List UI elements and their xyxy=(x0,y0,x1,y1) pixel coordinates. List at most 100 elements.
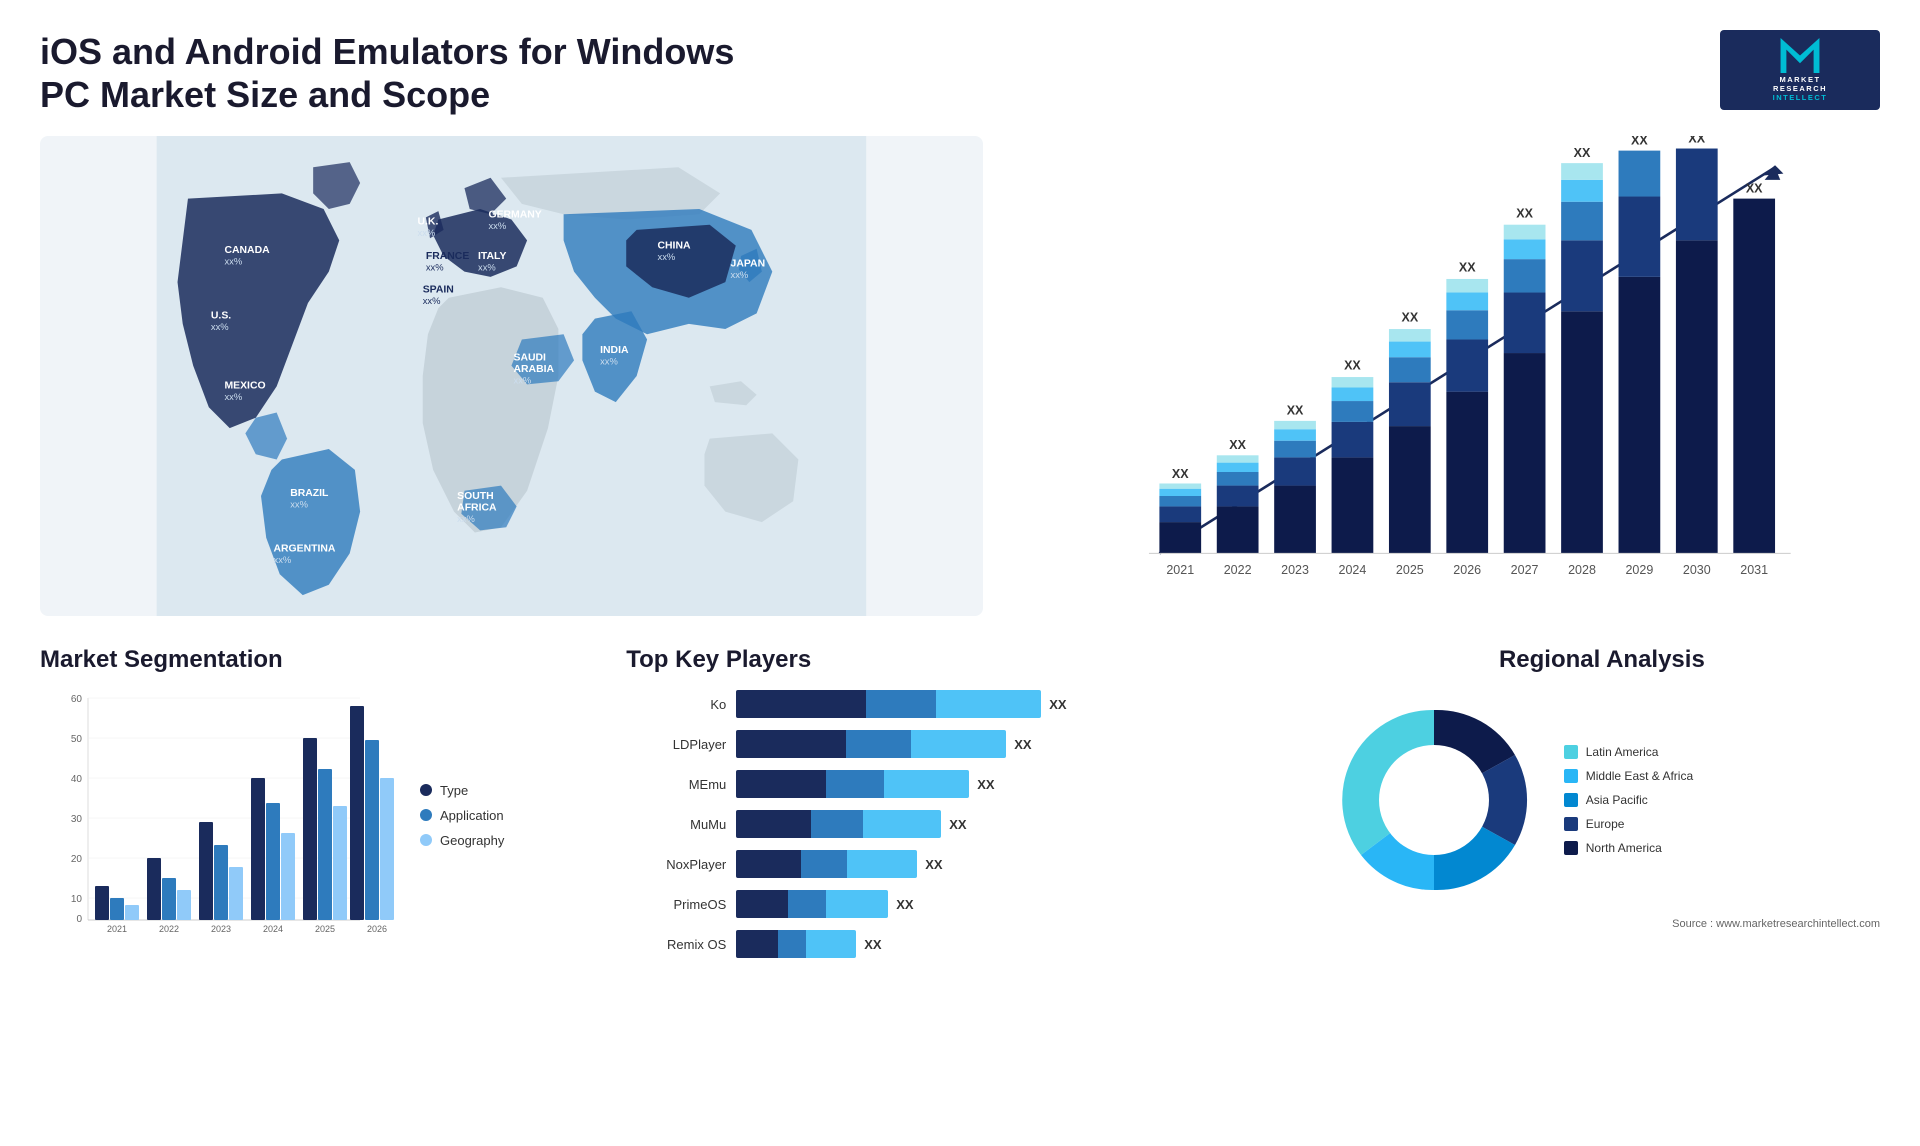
player-bar-mid-mumu xyxy=(811,810,863,838)
player-bar-dark-ldplayer xyxy=(736,730,846,758)
page-wrapper: iOS and Android Emulators for Windows PC… xyxy=(0,0,1920,1146)
svg-text:XX: XX xyxy=(1459,261,1476,275)
svg-text:U.S.: U.S. xyxy=(211,311,231,322)
logo-box: MARKET RESEARCH INTELLECT xyxy=(1720,30,1880,110)
legend-latin-america-color xyxy=(1564,745,1578,759)
player-bar-light-ko xyxy=(936,690,1041,718)
svg-text:xx%: xx% xyxy=(418,228,436,239)
svg-text:40: 40 xyxy=(71,774,83,785)
svg-text:50: 50 xyxy=(71,734,83,745)
svg-text:2026: 2026 xyxy=(367,924,387,934)
key-players-title: Top Key Players xyxy=(626,646,1294,674)
player-row-noxplayer: NoxPlayer XX xyxy=(626,850,1294,878)
legend-asia-pacific: Asia Pacific xyxy=(1564,793,1693,807)
regional-analysis-section: Regional Analysis xyxy=(1324,646,1880,970)
player-bar-dark-memu xyxy=(736,770,826,798)
svg-text:xx%: xx% xyxy=(600,356,618,367)
svg-text:2025: 2025 xyxy=(315,924,335,934)
svg-text:2022: 2022 xyxy=(159,924,179,934)
svg-text:2024: 2024 xyxy=(263,924,283,934)
svg-text:xx%: xx% xyxy=(426,262,444,273)
legend-europe-color xyxy=(1564,817,1578,831)
bottom-section: Market Segmentation 60 50 40 30 20 10 0 xyxy=(40,646,1880,970)
svg-text:XX: XX xyxy=(1688,136,1705,145)
svg-text:SPAIN: SPAIN xyxy=(423,285,454,296)
segment-title: Market Segmentation xyxy=(40,646,596,674)
player-xx-ldplayer: XX xyxy=(1014,737,1031,752)
svg-text:INDIA: INDIA xyxy=(600,345,629,356)
svg-text:xx%: xx% xyxy=(274,554,292,565)
player-name-primeos: PrimeOS xyxy=(626,897,726,912)
svg-text:xx%: xx% xyxy=(731,269,749,280)
world-map-svg: CANADA xx% U.S. xx% MEXICO xx% BRAZIL xx… xyxy=(40,136,983,616)
player-bar-light-memu xyxy=(884,770,969,798)
player-bar-dark-prime xyxy=(736,890,788,918)
legend-geography: Geography xyxy=(420,833,504,848)
player-xx-prime: XX xyxy=(896,897,913,912)
player-bar-mid-ko xyxy=(866,690,936,718)
svg-text:xx%: xx% xyxy=(290,499,308,510)
page-title: iOS and Android Emulators for Windows PC… xyxy=(40,30,740,116)
svg-text:10: 10 xyxy=(71,894,83,905)
svg-text:ARGENTINA: ARGENTINA xyxy=(274,544,336,555)
svg-text:2025: 2025 xyxy=(1396,564,1424,578)
svg-text:2029: 2029 xyxy=(1625,564,1653,578)
player-xx-mumu: XX xyxy=(949,817,966,832)
player-row-ko: Ko XX xyxy=(626,690,1294,718)
legend-north-america: North America xyxy=(1564,841,1693,855)
svg-text:XX: XX xyxy=(1746,182,1763,196)
player-name-mumu: MuMu xyxy=(626,817,726,832)
svg-text:FRANCE: FRANCE xyxy=(426,252,469,263)
player-xx-ko: XX xyxy=(1049,697,1066,712)
players-list: Ko XX LDPlayer XX xyxy=(626,690,1294,958)
player-bar-dark-remix xyxy=(736,930,778,958)
player-xx-remix: XX xyxy=(864,937,881,952)
segment-chart: Market Segmentation 60 50 40 30 20 10 0 xyxy=(40,646,596,970)
source-line: Source : www.marketresearchintellect.com xyxy=(1324,918,1880,930)
svg-text:0: 0 xyxy=(76,914,82,925)
svg-text:XX: XX xyxy=(1401,311,1418,325)
svg-text:XX: XX xyxy=(1344,359,1361,373)
player-bar-noxplayer: XX xyxy=(736,850,1294,878)
header: iOS and Android Emulators for Windows PC… xyxy=(40,30,1880,116)
legend-middle-east-color xyxy=(1564,769,1578,783)
legend-application-label: Application xyxy=(440,808,504,823)
svg-text:BRAZIL: BRAZIL xyxy=(290,488,329,499)
player-bar-remixos: XX xyxy=(736,930,1294,958)
svg-text:XX: XX xyxy=(1516,207,1533,221)
player-name-remixos: Remix OS xyxy=(626,937,726,952)
player-name-noxplayer: NoxPlayer xyxy=(626,857,726,872)
svg-text:xx%: xx% xyxy=(457,513,475,524)
svg-text:2027: 2027 xyxy=(1511,564,1539,578)
svg-text:XX: XX xyxy=(1229,438,1246,452)
player-bar-ko: XX xyxy=(736,690,1294,718)
legend-geography-label: Geography xyxy=(440,833,504,848)
legend-type-dot xyxy=(420,784,432,796)
player-bar-light-prime xyxy=(826,890,888,918)
legend-middle-east-label: Middle East & Africa xyxy=(1586,769,1693,783)
legend-geography-dot xyxy=(420,834,432,846)
svg-text:MEXICO: MEXICO xyxy=(224,381,265,392)
map-container: CANADA xx% U.S. xx% MEXICO xx% BRAZIL xx… xyxy=(40,136,983,616)
svg-text:CHINA: CHINA xyxy=(658,241,691,252)
player-bar-memu: XX xyxy=(736,770,1294,798)
legend-europe: Europe xyxy=(1564,817,1693,831)
svg-text:2021: 2021 xyxy=(107,924,127,934)
svg-text:U.K.: U.K. xyxy=(418,217,439,228)
player-bar-mid-remix xyxy=(778,930,806,958)
player-bar-primeos: XX xyxy=(736,890,1294,918)
svg-text:xx%: xx% xyxy=(478,262,496,273)
segment-chart-wrap: 60 50 40 30 20 10 0 xyxy=(40,690,596,940)
svg-text:JAPAN: JAPAN xyxy=(731,259,766,270)
legend-middle-east: Middle East & Africa xyxy=(1564,769,1693,783)
svg-text:2024: 2024 xyxy=(1338,564,1366,578)
player-row-remixos: Remix OS XX xyxy=(626,930,1294,958)
svg-text:SOUTH: SOUTH xyxy=(457,492,493,503)
svg-text:2023: 2023 xyxy=(1281,564,1309,578)
legend-latin-america: Latin America xyxy=(1564,745,1693,759)
svg-text:2022: 2022 xyxy=(1224,564,1252,578)
player-bar-light-nox xyxy=(847,850,917,878)
legend-asia-pacific-color xyxy=(1564,793,1578,807)
player-bar-mumu: XX xyxy=(736,810,1294,838)
player-bar-light-remix xyxy=(806,930,856,958)
